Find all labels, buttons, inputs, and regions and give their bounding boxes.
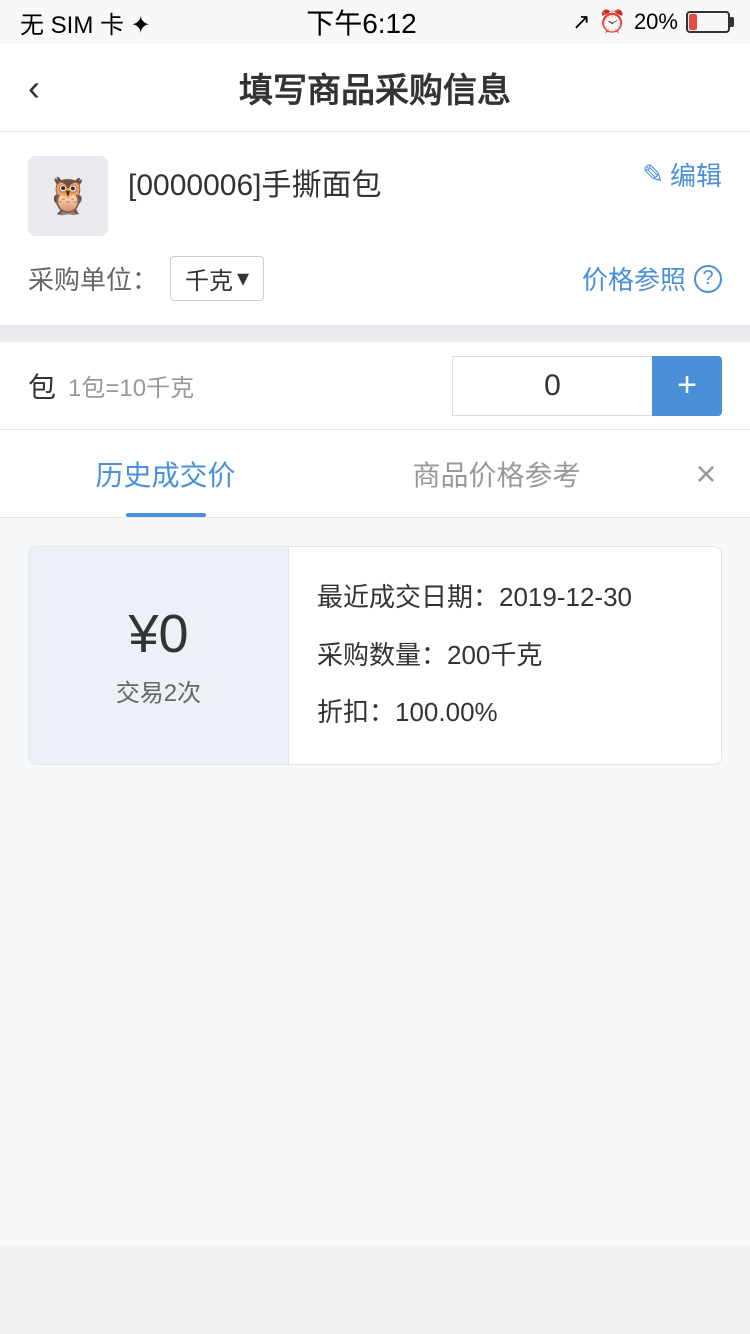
tab-history-label: 历史成交价 (95, 454, 235, 494)
divider-bar (0, 326, 750, 342)
nav-bar: ‹ 填写商品采购信息 (0, 44, 750, 132)
page-title: 填写商品采购信息 (239, 63, 511, 112)
recent-date-value: 2019-12-30 (499, 582, 632, 612)
unit-dropdown[interactable]: 千克 ▾ (170, 256, 264, 301)
status-bar: 无 SIM 卡 ✦ 下午6:12 ↗ ⏰ 20% (0, 0, 750, 44)
battery-icon (686, 11, 730, 33)
edit-label: 编辑 (670, 156, 722, 193)
qty-controls: 0 + (452, 356, 722, 416)
qty-unit-equation: 1包=10千克 (68, 368, 194, 403)
back-button[interactable]: ‹ (28, 67, 40, 109)
discount-label: 折扣： (317, 697, 395, 727)
tab-price-ref-label: 商品价格参考 (412, 454, 580, 494)
no-sim-label: 无 SIM 卡 ✦ (20, 5, 151, 40)
alarm-icon: ⏰ (599, 9, 626, 35)
history-price-section: ¥0 交易2次 (29, 547, 289, 764)
tab-history-price[interactable]: 历史成交价 (0, 430, 331, 517)
product-icon: 🦉 (46, 175, 91, 217)
product-name: [0000006]手撕面包 (128, 156, 381, 204)
purchase-unit-label: 采购单位： (28, 260, 158, 297)
qty-unit-name: 包 (28, 366, 56, 406)
history-purchase-qty-row: 采购数量：200千克 (317, 635, 693, 677)
status-right: ↗ ⏰ 20% (572, 9, 730, 35)
product-left: 🦉 [0000006]手撕面包 (28, 156, 381, 236)
product-thumbnail: 🦉 (28, 156, 108, 236)
qty-plus-button[interactable]: + (652, 356, 722, 416)
history-price-value: ¥0 (128, 603, 188, 665)
quantity-row: 包 1包=10千克 0 + (0, 342, 750, 430)
history-discount-row: 折扣：100.00% (317, 692, 693, 734)
tab-close-button[interactable]: × (662, 430, 750, 518)
tabs-panel: 历史成交价 商品价格参考 × ¥0 交易2次 最近成交日期：2019-12-30… (0, 430, 750, 1246)
recent-date-label: 最近成交日期： (317, 582, 499, 612)
purchase-unit: 采购单位： 千克 ▾ (28, 256, 264, 301)
status-time: 下午6:12 (306, 2, 417, 42)
edit-button[interactable]: ✎ 编辑 (642, 156, 722, 193)
unit-value: 千克 (185, 261, 233, 296)
product-meta: 采购单位： 千克 ▾ 价格参照 ? (28, 256, 722, 301)
tab-active-indicator (126, 513, 206, 517)
discount-value: 100.00% (395, 697, 498, 727)
qty-input[interactable]: 0 (452, 356, 652, 416)
product-card: 🦉 [0000006]手撕面包 ✎ 编辑 采购单位： 千克 ▾ 价格参照 ? (0, 132, 750, 326)
history-details-section: 最近成交日期：2019-12-30 采购数量：200千克 折扣：100.00% (289, 547, 721, 764)
purchase-qty-label: 采购数量： (317, 640, 447, 670)
status-left: 无 SIM 卡 ✦ (20, 5, 151, 40)
history-recent-date-row: 最近成交日期：2019-12-30 (317, 577, 693, 619)
tab-price-ref[interactable]: 商品价格参考 (331, 430, 662, 517)
battery-percent: 20% (634, 9, 678, 35)
price-ref-button[interactable]: 价格参照 ? (582, 260, 722, 297)
tabs-header: 历史成交价 商品价格参考 × (0, 430, 750, 518)
chevron-down-icon: ▾ (237, 264, 249, 293)
product-header: 🦉 [0000006]手撕面包 ✎ 编辑 (28, 156, 722, 236)
location-icon: ↗ (572, 9, 590, 35)
tab-content: ¥0 交易2次 最近成交日期：2019-12-30 采购数量：200千克 折扣：… (0, 546, 750, 1246)
purchase-qty-value: 200千克 (447, 640, 542, 670)
price-ref-label: 价格参照 (582, 260, 686, 297)
history-card: ¥0 交易2次 最近成交日期：2019-12-30 采购数量：200千克 折扣：… (28, 546, 722, 765)
history-trades-count: 交易2次 (116, 673, 201, 708)
edit-icon: ✎ (642, 159, 664, 190)
qty-label: 包 1包=10千克 (28, 366, 194, 406)
help-icon: ? (694, 265, 722, 293)
